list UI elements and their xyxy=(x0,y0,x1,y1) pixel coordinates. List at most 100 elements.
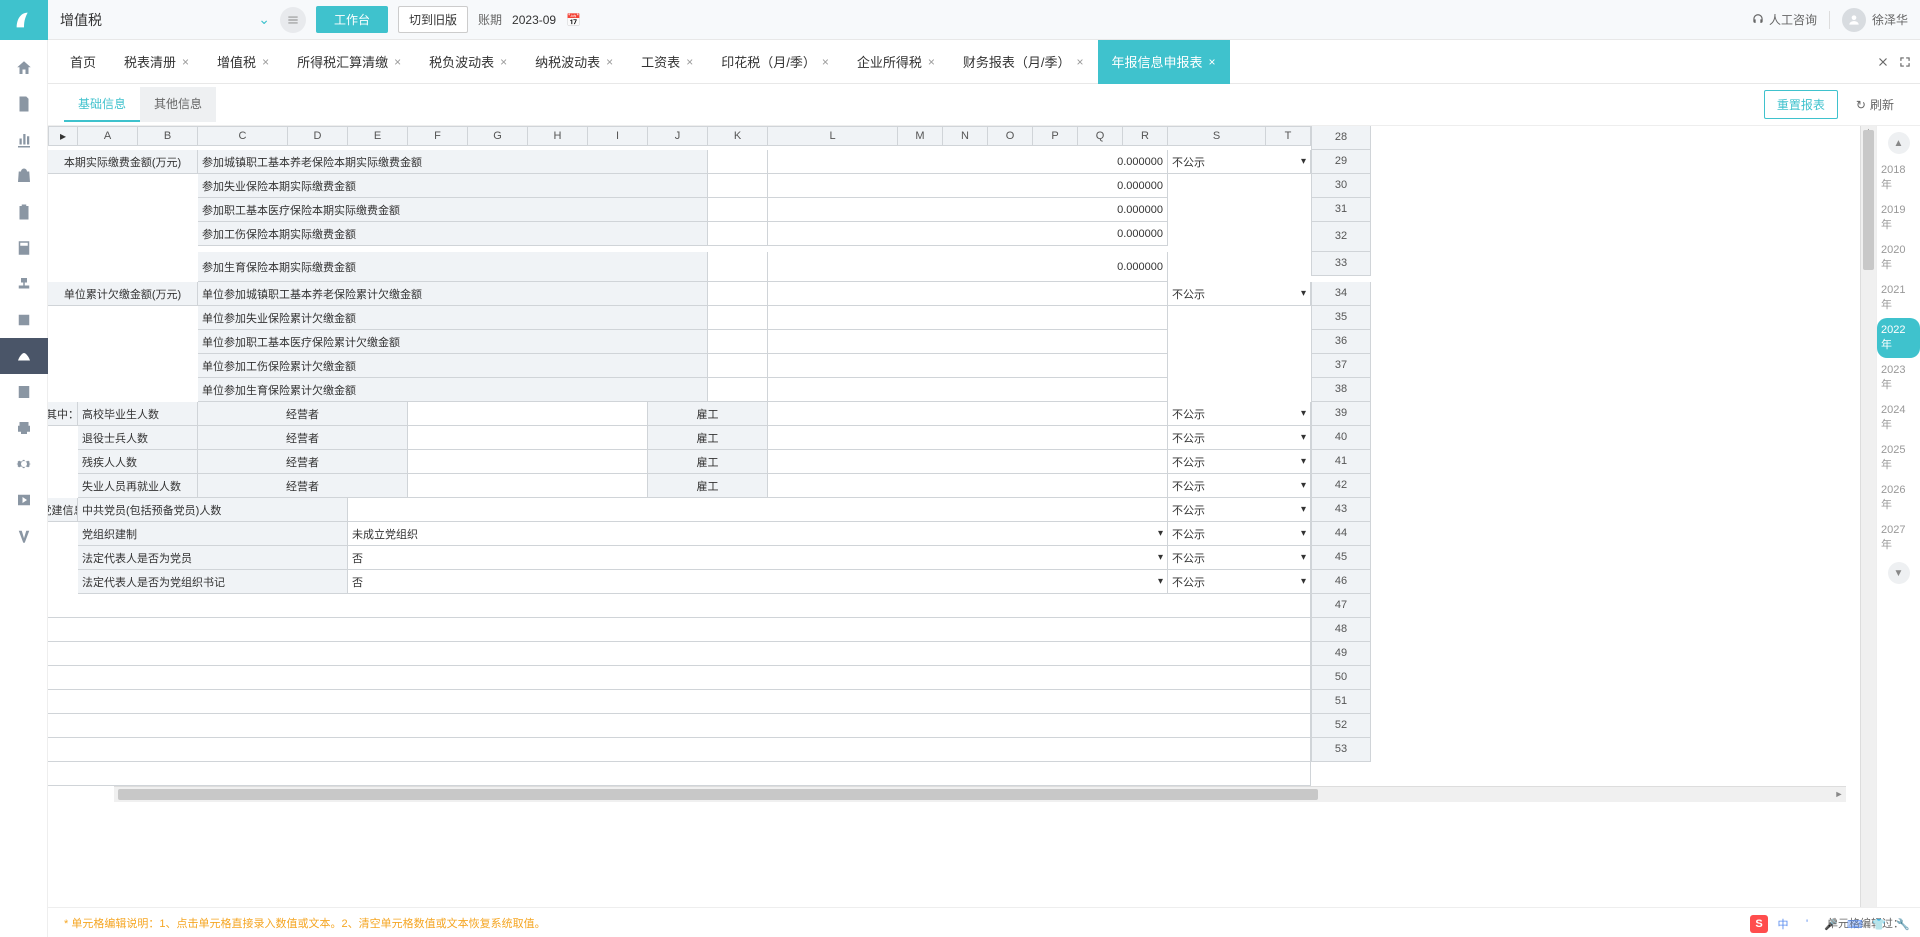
tab-3[interactable]: 所得税汇算清缴× xyxy=(283,40,415,84)
col-A[interactable]: A xyxy=(78,126,138,146)
col-P[interactable]: P xyxy=(1033,126,1078,146)
g1-r2-in[interactable] xyxy=(708,198,768,222)
tab-1[interactable]: 税表清册× xyxy=(110,40,203,84)
col-J[interactable]: J xyxy=(648,126,708,146)
g1-r0-in[interactable] xyxy=(708,150,768,174)
year-item[interactable]: 2021年 xyxy=(1877,278,1920,318)
nav-calc[interactable] xyxy=(0,230,48,266)
row-40[interactable]: 40 xyxy=(1311,426,1371,450)
g2-r1-val[interactable] xyxy=(768,306,1168,330)
year-item[interactable]: 2025年 xyxy=(1877,438,1920,478)
g4-r3-pub[interactable]: 不公示▾ xyxy=(1168,546,1311,570)
col-T[interactable]: T xyxy=(1266,126,1311,146)
row-34[interactable]: 34 xyxy=(1311,282,1371,306)
vertical-scrollbar[interactable]: ▲ xyxy=(1860,126,1876,907)
empty[interactable] xyxy=(48,594,1311,618)
row-38[interactable]: 38 xyxy=(1311,378,1371,402)
row-44[interactable]: 44 xyxy=(1311,522,1371,546)
nav-calendar[interactable] xyxy=(0,302,48,338)
col-H[interactable]: H xyxy=(528,126,588,146)
close-icon[interactable]: × xyxy=(822,55,829,69)
row-30[interactable]: 30 xyxy=(1311,174,1371,198)
empty[interactable] xyxy=(48,666,1311,690)
list-icon-button[interactable] xyxy=(280,7,306,33)
g3-r0-v1[interactable] xyxy=(408,402,648,426)
spreadsheet[interactable]: ▸ABCDEFGHIJKLMNOPQRST28本期实际缴费金额(万元)参加城镇职… xyxy=(48,126,1860,907)
year-item[interactable]: 2022年 xyxy=(1877,318,1920,358)
empty[interactable] xyxy=(48,738,1311,762)
row-41[interactable]: 41 xyxy=(1311,450,1371,474)
year-up-button[interactable]: ▲ xyxy=(1888,132,1910,154)
year-item[interactable]: 2020年 xyxy=(1877,238,1920,278)
ime-keyboard-icon[interactable]: ⌨ xyxy=(1846,915,1864,933)
nav-chart[interactable] xyxy=(0,122,48,158)
row-52[interactable]: 52 xyxy=(1311,714,1371,738)
app-logo[interactable] xyxy=(0,0,48,40)
row-31[interactable]: 31 xyxy=(1311,198,1371,222)
workspace-button[interactable]: 工作台 xyxy=(316,6,388,33)
empty[interactable] xyxy=(48,618,1311,642)
empty[interactable] xyxy=(48,762,1311,786)
reset-button[interactable]: 重置报表 xyxy=(1764,90,1838,119)
empty[interactable] xyxy=(48,642,1311,666)
g2-publish[interactable]: 不公示▾ xyxy=(1168,282,1311,306)
g3-r3-v1[interactable] xyxy=(408,474,648,498)
calendar-icon[interactable]: 📅 xyxy=(566,13,581,27)
g1-publish[interactable]: 不公示▾ xyxy=(1168,150,1311,174)
g1-r1-val[interactable]: 0.000000 xyxy=(768,174,1168,198)
col-K[interactable]: K xyxy=(708,126,768,146)
row-33[interactable]: 33 xyxy=(1311,252,1371,276)
scroll-right-icon[interactable]: ► xyxy=(1832,787,1846,802)
g1-r4-in[interactable] xyxy=(708,252,768,282)
g2-r2-in[interactable] xyxy=(708,330,768,354)
ime-tool-icon[interactable]: 🔧 xyxy=(1894,915,1912,933)
nav-doc[interactable] xyxy=(0,86,48,122)
module-dropdown[interactable]: 增值税 ⌄ xyxy=(60,10,270,30)
col-B[interactable]: B xyxy=(138,126,198,146)
col-C[interactable]: C xyxy=(198,126,288,146)
tab-close-all-icon[interactable] xyxy=(1876,55,1890,69)
row-47[interactable]: 47 xyxy=(1311,594,1371,618)
nav-settings[interactable] xyxy=(0,446,48,482)
g2-r3-val[interactable] xyxy=(768,354,1168,378)
col-G[interactable]: G xyxy=(468,126,528,146)
ime-skin-icon[interactable]: 👕 xyxy=(1870,915,1888,933)
col-Q[interactable]: Q xyxy=(1078,126,1123,146)
g3-r3-v2[interactable] xyxy=(768,474,1168,498)
tab-10[interactable]: 年报信息申报表× xyxy=(1098,40,1230,84)
col-I[interactable]: I xyxy=(588,126,648,146)
switch-old-button[interactable]: 切到旧版 xyxy=(398,6,468,33)
tab-5[interactable]: 纳税波动表× xyxy=(521,40,627,84)
g2-r0-in[interactable] xyxy=(708,282,768,306)
nav-bag[interactable] xyxy=(0,158,48,194)
period-value[interactable]: 2023-09 xyxy=(512,13,556,27)
row-39[interactable]: 39 xyxy=(1311,402,1371,426)
year-item[interactable]: 2023年 xyxy=(1877,358,1920,398)
nav-v[interactable] xyxy=(0,518,48,554)
g3-r1-v1[interactable] xyxy=(408,426,648,450)
year-item[interactable]: 2024年 xyxy=(1877,398,1920,438)
row-51[interactable]: 51 xyxy=(1311,690,1371,714)
g1-r4-val[interactable]: 0.000000 xyxy=(768,252,1168,282)
tab-2[interactable]: 增值税× xyxy=(203,40,283,84)
col-N[interactable]: N xyxy=(943,126,988,146)
sogou-icon[interactable]: S xyxy=(1750,915,1768,933)
g1-r3-in[interactable] xyxy=(708,222,768,246)
nav-video[interactable] xyxy=(0,482,48,518)
tab-6[interactable]: 工资表× xyxy=(627,40,707,84)
row-28[interactable]: 28 xyxy=(1311,126,1371,150)
g1-r0-val[interactable]: 0.000000 xyxy=(768,150,1168,174)
close-icon[interactable]: × xyxy=(1077,55,1084,69)
col-O[interactable]: O xyxy=(988,126,1033,146)
row-48[interactable]: 48 xyxy=(1311,618,1371,642)
year-item[interactable]: 2027年 xyxy=(1877,518,1920,558)
close-icon[interactable]: × xyxy=(394,55,401,69)
col-S[interactable]: S xyxy=(1168,126,1266,146)
g3-r1-pub[interactable]: 不公示▾ xyxy=(1168,426,1311,450)
subtab-other[interactable]: 其他信息 xyxy=(140,87,216,122)
row-37[interactable]: 37 xyxy=(1311,354,1371,378)
close-icon[interactable]: × xyxy=(1209,55,1216,69)
col-D[interactable]: D xyxy=(288,126,348,146)
g3-r1-v2[interactable] xyxy=(768,426,1168,450)
g4-r2-val[interactable]: 未成立党组织▾ xyxy=(348,522,1168,546)
